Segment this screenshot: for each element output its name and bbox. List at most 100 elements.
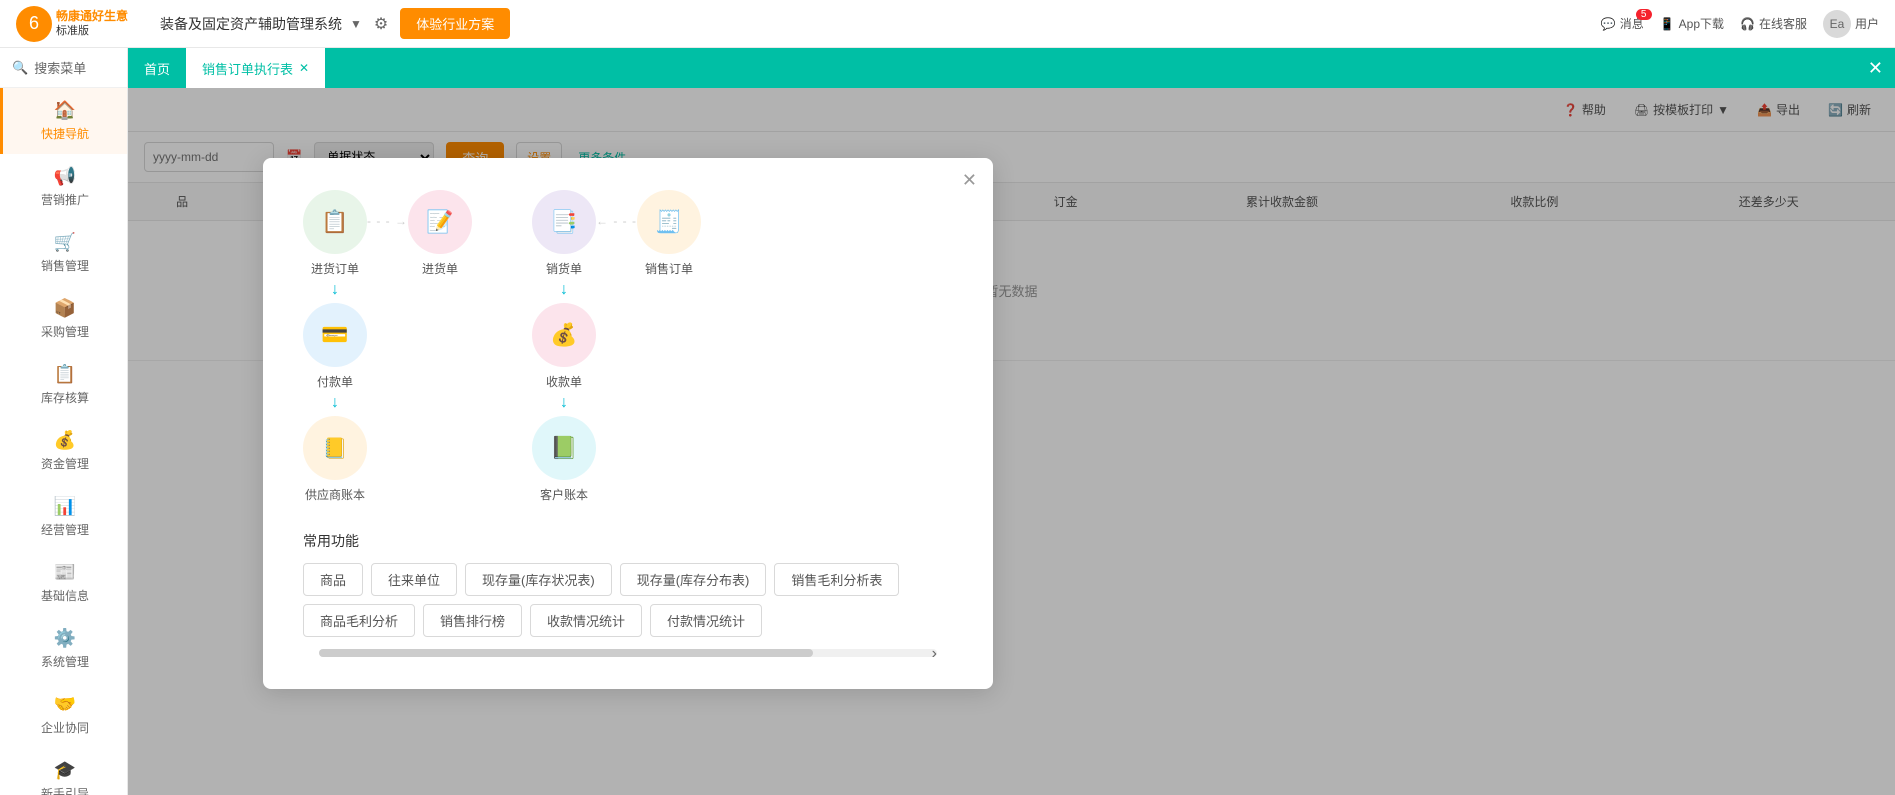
newbie-icon: 🎓: [54, 760, 76, 781]
sidebar-item-sales[interactable]: 🛒 销售管理: [0, 220, 127, 286]
tab-close-icon[interactable]: ✕: [299, 61, 309, 75]
main-content: ❓ 帮助 🖨 按模板打印 ▼ 📤 导出 🔄: [128, 88, 1895, 795]
flow-col-mid-left: 📝 进货单: [408, 190, 472, 277]
inventory-icon: 📋: [54, 364, 76, 385]
sidebar-item-inventory[interactable]: 📋 库存核算: [0, 352, 127, 418]
cf-btn-counterparty[interactable]: 往来单位: [371, 563, 457, 596]
cf-btn-inventory-dist[interactable]: 现存量(库存分布表): [620, 563, 767, 596]
customer-ledger-label: 客户账本: [540, 486, 588, 503]
tab-home-label: 首页: [144, 59, 170, 78]
sidebar-item-marketing[interactable]: 📢 营销推广: [0, 154, 127, 220]
quick-nav-label: 快捷导航: [41, 125, 89, 142]
cf-btn-receipt-stats[interactable]: 收款情况统计: [530, 604, 642, 637]
arrow-down-1: ↓: [331, 281, 339, 299]
app-download-item[interactable]: 📱 App下载: [1660, 15, 1724, 32]
sidebar-item-system[interactable]: ⚙️ 系统管理: [0, 616, 127, 682]
experience-button[interactable]: 体验行业方案: [400, 8, 510, 39]
message-item[interactable]: 💬 消息 5: [1601, 15, 1644, 32]
quick-nav-icon: 🏠: [54, 100, 76, 121]
tab-bar: 首页 销售订单执行表 ✕ ✕: [128, 48, 1895, 88]
sidebar-item-operations[interactable]: 📊 经营管理: [0, 484, 127, 550]
supplier-ledger-icon: 📒: [303, 416, 367, 480]
purchase-order-label: 进货订单: [311, 260, 359, 277]
flow-node-purchase-bill[interactable]: 📝 进货单: [408, 190, 472, 277]
sales-order-icon: 🧾: [637, 190, 701, 254]
user-item[interactable]: Ea 用户: [1823, 10, 1879, 38]
flow-node-payment[interactable]: 💳 付款单: [303, 303, 367, 390]
settings-icon[interactable]: ⚙: [374, 14, 388, 34]
sidebar-item-collab[interactable]: 🤝 企业协同: [0, 682, 127, 748]
flow-node-purchase-order[interactable]: 📋 进货订单: [303, 190, 367, 277]
online-service-label: 在线客服: [1759, 15, 1807, 32]
arrow-down-2: ↓: [331, 394, 339, 412]
flow-col-left: 📋 进货订单 ↓ 💳 付款单 ↓: [303, 190, 367, 503]
flow-node-sales-bill[interactable]: 📑 销货单: [532, 190, 596, 277]
finance-icon: 💰: [54, 430, 76, 451]
tab-sales-order-exec[interactable]: 销售订单执行表 ✕: [186, 48, 325, 88]
flow-node-customer-ledger[interactable]: 📗 客户账本: [532, 416, 596, 503]
sales-icon: 🛒: [54, 232, 76, 253]
search-menu-icon: 🔍: [12, 60, 28, 76]
modal-scrollbar[interactable]: ›: [319, 649, 937, 657]
logo-area: 6 畅康通好生意 标准版: [16, 6, 144, 42]
sales-bill-label: 销货单: [546, 260, 582, 277]
cf-btn-sales-ranking[interactable]: 销售排行榜: [423, 604, 522, 637]
operations-label: 经营管理: [41, 521, 89, 538]
customer-ledger-icon: 📗: [532, 416, 596, 480]
sidebar-item-purchase[interactable]: 📦 采购管理: [0, 286, 127, 352]
cf-buttons: 商品 往来单位 现存量(库存状况表) 现存量(库存分布表) 销售毛利分析表 商品…: [303, 563, 953, 637]
collab-icon: 🤝: [54, 694, 76, 715]
flow-node-supplier-ledger[interactable]: 📒 供应商账本: [303, 416, 367, 503]
system-label: 系统管理: [41, 653, 89, 670]
logo-text: 畅康通好生意 标准版: [56, 9, 128, 39]
top-bar-center: 装备及固定资产辅助管理系统 ▼ ⚙ 体验行业方案: [144, 8, 1601, 39]
payment-icon: 💳: [303, 303, 367, 367]
sidebar-item-finance[interactable]: 💰 资金管理: [0, 418, 127, 484]
sidebar-item-newbie[interactable]: 🎓 新手引导: [0, 748, 127, 795]
base-info-icon: 📰: [54, 562, 76, 583]
content-area: 首页 销售订单执行表 ✕ ✕ ❓ 帮助: [128, 48, 1895, 795]
search-menu[interactable]: 🔍 搜索菜单: [0, 48, 127, 88]
flow-node-receipt[interactable]: 💰 收款单: [532, 303, 596, 390]
cf-btn-payment-stats[interactable]: 付款情况统计: [650, 604, 762, 637]
system-title: 装备及固定资产辅助管理系统: [160, 14, 342, 34]
purchase-bill-label: 进货单: [422, 260, 458, 277]
scroll-right-icon[interactable]: ›: [932, 645, 937, 663]
app-download-icon: 📱: [1660, 17, 1675, 31]
h-arrow-2: ← - - -: [596, 190, 637, 228]
cf-btn-product-margin[interactable]: 商品毛利分析: [303, 604, 415, 637]
sidebar-item-base-info[interactable]: 📰 基础信息: [0, 550, 127, 616]
tab-home[interactable]: 首页: [128, 48, 186, 88]
flow-col-mid-right: 📑 销货单 ↓ 💰 收款单 ↓: [532, 190, 596, 503]
search-menu-label: 搜索菜单: [34, 58, 86, 77]
marketing-label: 营销推广: [41, 191, 89, 208]
cf-btn-inventory-status[interactable]: 现存量(库存状况表): [465, 563, 612, 596]
user-label: 用户: [1855, 15, 1879, 32]
purchase-order-icon: 📋: [303, 190, 367, 254]
flow-node-sales-order[interactable]: 🧾 销售订单: [637, 190, 701, 277]
purchase-label: 采购管理: [41, 323, 89, 340]
quick-nav-modal: ✕ 📋 进货订单 ↓: [263, 158, 993, 689]
collab-label: 企业协同: [41, 719, 89, 736]
flow-diagram: 📋 进货订单 ↓ 💳 付款单 ↓: [303, 190, 953, 503]
message-icon: 💬: [1601, 17, 1616, 31]
arrow-down-4: ↓: [560, 394, 568, 412]
online-service-item[interactable]: 🎧 在线客服: [1740, 15, 1807, 32]
app-download-label: App下载: [1679, 15, 1724, 32]
common-functions: 常用功能 商品 往来单位 现存量(库存状况表) 现存量(库存分布表) 销售毛利分…: [303, 531, 953, 637]
cf-btn-sales-margin[interactable]: 销售毛利分析表: [774, 563, 899, 596]
receipt-label: 收款单: [546, 373, 582, 390]
sidebar-item-quick-nav[interactable]: 🏠 快捷导航: [0, 88, 127, 154]
top-bar-right: 💬 消息 5 📱 App下载 🎧 在线客服 Ea 用户: [1601, 10, 1879, 38]
tab-sales-order-exec-label: 销售订单执行表: [202, 59, 293, 78]
message-badge: 5: [1636, 9, 1652, 20]
modal-body: 📋 进货订单 ↓ 💳 付款单 ↓: [263, 158, 993, 689]
cf-btn-product[interactable]: 商品: [303, 563, 363, 596]
close-all-button[interactable]: ✕: [1856, 58, 1895, 79]
inventory-label: 库存核算: [41, 389, 89, 406]
system-dropdown-icon[interactable]: ▼: [350, 17, 362, 31]
modal-close-button[interactable]: ✕: [962, 170, 977, 191]
common-functions-title: 常用功能: [303, 531, 953, 551]
purchase-bill-icon: 📝: [408, 190, 472, 254]
system-icon: ⚙️: [54, 628, 76, 649]
